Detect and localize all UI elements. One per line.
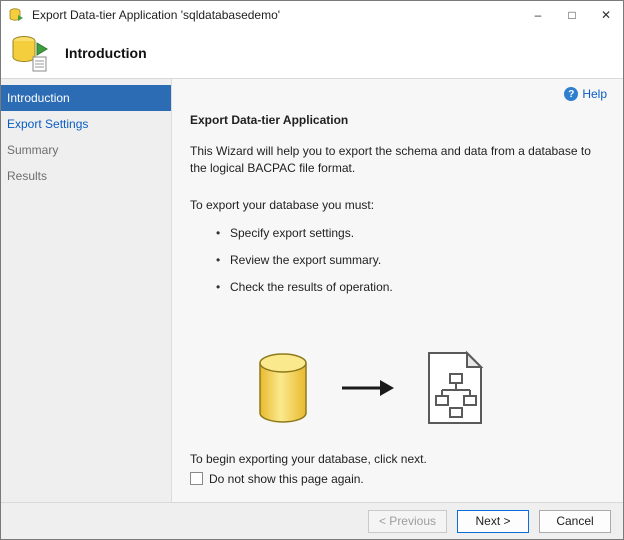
wizard-footer: < Previous Next > Cancel <box>1 502 623 539</box>
content-heading: Export Data-tier Application <box>190 113 605 127</box>
intro-paragraph: This Wizard will help you to export the … <box>190 143 605 178</box>
app-icon <box>9 8 25 22</box>
window-controls: – □ ✕ <box>521 1 623 28</box>
close-button[interactable]: ✕ <box>589 1 623 28</box>
export-wizard-window: Export Data-tier Application 'sqldatabas… <box>0 0 624 540</box>
requirements-list: Specify export settings. Review the expo… <box>216 226 605 294</box>
window-title: Export Data-tier Application 'sqldatabas… <box>32 8 521 22</box>
export-illustration <box>256 350 605 426</box>
bacpac-file-icon <box>426 350 484 426</box>
arrow-right-icon <box>340 378 396 398</box>
wizard-steps-sidebar: Introduction Export Settings Summary Res… <box>1 79 171 502</box>
sidebar-item-export-settings[interactable]: Export Settings <box>1 111 171 137</box>
minimize-button[interactable]: – <box>521 1 555 28</box>
sidebar-item-summary[interactable]: Summary <box>1 137 171 163</box>
requirements-label: To export your database you must: <box>190 198 605 212</box>
wizard-body: Introduction Export Settings Summary Res… <box>1 78 623 502</box>
list-item: Check the results of operation. <box>216 280 605 294</box>
dont-show-again-label: Do not show this page again. <box>209 472 364 486</box>
database-cylinder-icon <box>256 351 310 425</box>
next-button[interactable]: Next > <box>457 510 529 533</box>
sidebar-item-results[interactable]: Results <box>1 163 171 189</box>
cancel-button[interactable]: Cancel <box>539 510 611 533</box>
maximize-button[interactable]: □ <box>555 1 589 28</box>
help-link[interactable]: ? Help <box>564 87 607 101</box>
previous-button[interactable]: < Previous <box>368 510 447 533</box>
sidebar-item-introduction[interactable]: Introduction <box>1 85 171 111</box>
wizard-content: ? Help Export Data-tier Application This… <box>171 79 623 502</box>
dont-show-again-checkbox[interactable] <box>190 472 203 485</box>
database-export-icon <box>11 33 51 73</box>
title-bar: Export Data-tier Application 'sqldatabas… <box>1 1 623 28</box>
page-title: Introduction <box>65 45 147 61</box>
list-item: Review the export summary. <box>216 253 605 267</box>
help-icon: ? <box>564 87 578 101</box>
wizard-header: Introduction <box>1 28 623 78</box>
list-item: Specify export settings. <box>216 226 605 240</box>
dont-show-again-row: Do not show this page again. <box>190 472 605 486</box>
begin-text: To begin exporting your database, click … <box>190 452 605 466</box>
help-label: Help <box>582 87 607 101</box>
